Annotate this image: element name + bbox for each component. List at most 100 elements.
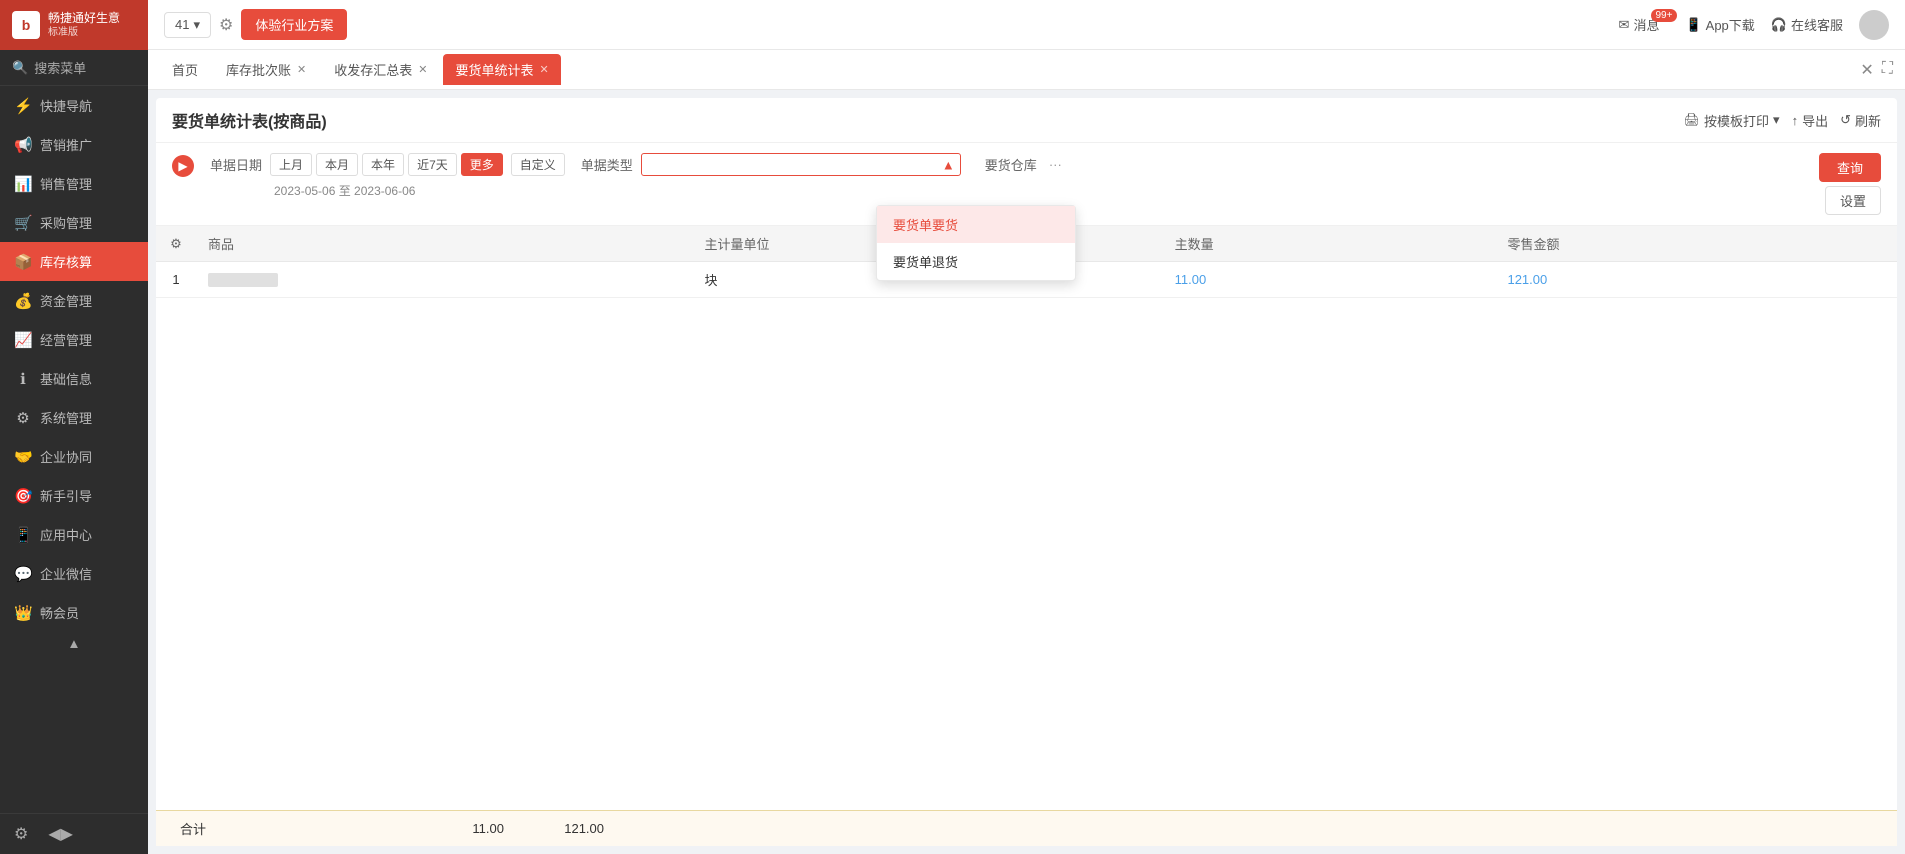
messages-btn[interactable]: ✉ 消息 99+	[1619, 15, 1670, 34]
purchase-icon: 🛒	[14, 214, 32, 232]
basic-icon: ℹ	[14, 370, 32, 388]
type-select-input[interactable]	[641, 153, 961, 176]
data-table-wrap: ⚙ 商品 主计量单位 主数量 零售金额 1	[156, 226, 1897, 810]
print-dropdown-icon: ▾	[1773, 112, 1780, 128]
download-icon: 📱	[1685, 17, 1701, 33]
filter-actions-right: 查询 设置	[1819, 153, 1881, 215]
sidebar-item-basic[interactable]: ℹ 基础信息	[0, 359, 148, 398]
sidebar-item-guide[interactable]: 🎯 新手引导	[0, 476, 148, 515]
message-icon: ✉	[1619, 17, 1630, 33]
sales-icon: 📊	[14, 175, 32, 193]
tab-home[interactable]: 首页	[160, 54, 210, 85]
member-icon: 👑	[14, 604, 32, 622]
finance-icon: 💰	[14, 292, 32, 310]
sidebar: b 畅捷通好生意 标准版 🔍 搜索菜单 ⚡ 快捷导航 📢 营销推广 📊 销售管理…	[0, 0, 148, 854]
sidebar-item-quicknav[interactable]: ⚡ 快捷导航	[0, 86, 148, 125]
message-badge: 99+	[1651, 9, 1678, 22]
sidebar-item-finance[interactable]: 💰 资金管理	[0, 281, 148, 320]
date-btn-this-year[interactable]: 本年	[362, 153, 404, 176]
date-btn-more[interactable]: 更多	[461, 153, 503, 176]
sidebar-item-operations[interactable]: 📈 经营管理	[0, 320, 148, 359]
appcenter-icon: 📱	[14, 526, 32, 544]
tab-close-order-stats[interactable]: ✕	[540, 63, 549, 76]
tab-receive-summary[interactable]: 收发存汇总表 ✕	[322, 54, 439, 85]
type-filter-label: 单据类型	[581, 155, 633, 174]
dropdown-item-order-request[interactable]: 要货单要货	[877, 206, 1075, 243]
collab-icon: 🤝	[14, 448, 32, 466]
page-title: 要货单统计表(按商品)	[172, 108, 327, 132]
search-icon: 🔍	[12, 60, 28, 76]
topbar-settings-icon[interactable]: ⚙	[219, 15, 233, 35]
tab-order-stats[interactable]: 要货单统计表 ✕	[443, 54, 560, 85]
quantity-link[interactable]: 11.00	[1175, 272, 1207, 287]
sidebar-item-inventory[interactable]: 📦 库存核算	[0, 242, 148, 281]
amount-link[interactable]: 121.00	[1507, 272, 1547, 287]
online-service-btn[interactable]: 🎧 在线客服	[1771, 15, 1843, 34]
td-quantity: 11.00	[1163, 262, 1496, 298]
sidebar-item-system[interactable]: ⚙ 系统管理	[0, 398, 148, 437]
sidebar-search[interactable]: 🔍 搜索菜单	[0, 50, 148, 86]
download-label: App下载	[1706, 15, 1755, 34]
system-icon: ⚙	[14, 409, 32, 427]
tab-inventory-batch[interactable]: 库存批次账 ✕	[214, 54, 318, 85]
sidebar-item-marketing[interactable]: 📢 营销推广	[0, 125, 148, 164]
sidebar-item-appcenter[interactable]: 📱 应用中心	[0, 515, 148, 554]
date-range-row: 2023-05-06 至 2023-06-06	[210, 182, 565, 199]
store-name: 41	[175, 17, 189, 32]
filter-expand-button[interactable]: ▶	[172, 155, 194, 177]
type-filter-row: 单据类型 ▲ 要货仓库 ···	[581, 153, 1062, 176]
collapse-icon[interactable]: ◀▶	[48, 824, 73, 844]
sidebar-item-purchase[interactable]: 🛒 采购管理	[0, 203, 148, 242]
app-logo: b 畅捷通好生意 标准版	[0, 0, 148, 50]
logo-text: 畅捷通好生意 标准版	[48, 11, 120, 40]
topbar: 41 ▾ ⚙ 体验行业方案 ✉ 消息 99+ 📱 App下载 🎧 在线客服	[148, 0, 1905, 50]
trial-button[interactable]: 体验行业方案	[241, 9, 347, 40]
filter-settings-button[interactable]: 设置	[1825, 186, 1881, 215]
store-selector[interactable]: 41 ▾	[164, 12, 211, 38]
type-select-wrap: ▲	[641, 153, 961, 176]
th-product: 商品	[196, 226, 692, 262]
quicknav-icon: ⚡	[14, 97, 32, 115]
topbar-right: ✉ 消息 99+ 📱 App下载 🎧 在线客服	[1619, 10, 1889, 40]
export-btn[interactable]: ↑ 导出	[1792, 111, 1829, 130]
dropdown-item-order-return[interactable]: 要货单退货	[877, 243, 1075, 280]
date-quick-btns: 上月 本月 本年 近7天 更多	[270, 153, 503, 176]
print-btn[interactable]: 🖨 按模板打印 ▾	[1684, 111, 1780, 130]
th-quantity: 主数量	[1163, 226, 1496, 262]
warehouse-filter-label: 要货仓库	[985, 155, 1037, 174]
page-header: 要货单统计表(按商品) 🖨 按模板打印 ▾ ↑ 导出 ↺ 刷新	[156, 98, 1897, 143]
tab-close-inventory-batch[interactable]: ✕	[297, 63, 306, 76]
sidebar-scroll-down[interactable]: ▲	[0, 632, 148, 655]
sidebar-item-wechat[interactable]: 💬 企业微信	[0, 554, 148, 593]
guide-icon: 🎯	[14, 487, 32, 505]
th-amount: 零售金额	[1495, 226, 1897, 262]
tab-close-receive-summary[interactable]: ✕	[418, 63, 427, 76]
product-placeholder	[208, 273, 278, 287]
tab-expand-icon[interactable]: ⛶	[1882, 60, 1893, 80]
refresh-btn[interactable]: ↺ 刷新	[1840, 111, 1881, 130]
print-icon: 🖨	[1684, 112, 1701, 128]
date-btn-this-month[interactable]: 本月	[316, 153, 358, 176]
footer-total-amount: 121.00	[516, 821, 616, 836]
store-dropdown-icon: ▾	[193, 17, 200, 33]
user-avatar[interactable]	[1859, 10, 1889, 40]
footer-total-label: 合计	[168, 819, 416, 838]
sidebar-item-member[interactable]: 👑 畅会员	[0, 593, 148, 632]
warehouse-more-icon[interactable]: ···	[1049, 157, 1062, 172]
sidebar-item-collab[interactable]: 🤝 企业协同	[0, 437, 148, 476]
app-download-btn[interactable]: 📱 App下载	[1685, 15, 1754, 34]
settings-footer-icon[interactable]: ⚙	[14, 824, 28, 844]
date-range-text: 2023-05-06 至 2023-06-06	[274, 182, 415, 199]
topbar-left: 41 ▾ ⚙ 体验行业方案	[164, 9, 1607, 40]
query-button[interactable]: 查询	[1819, 153, 1881, 182]
footer-total-quantity: 11.00	[416, 821, 516, 836]
date-btn-last-month[interactable]: 上月	[270, 153, 312, 176]
tab-close-all-icon[interactable]: ✕	[1860, 60, 1873, 80]
type-filter-group: 单据类型 ▲ 要货仓库 ···	[581, 153, 1062, 176]
th-settings[interactable]: ⚙	[156, 226, 196, 262]
sidebar-item-sales[interactable]: 📊 销售管理	[0, 164, 148, 203]
logo-icon: b	[12, 11, 40, 39]
date-btn-last-7days[interactable]: 近7天	[408, 153, 457, 176]
date-custom-btn[interactable]: 自定义	[511, 153, 565, 176]
sidebar-footer: ⚙ ◀▶	[0, 813, 148, 854]
